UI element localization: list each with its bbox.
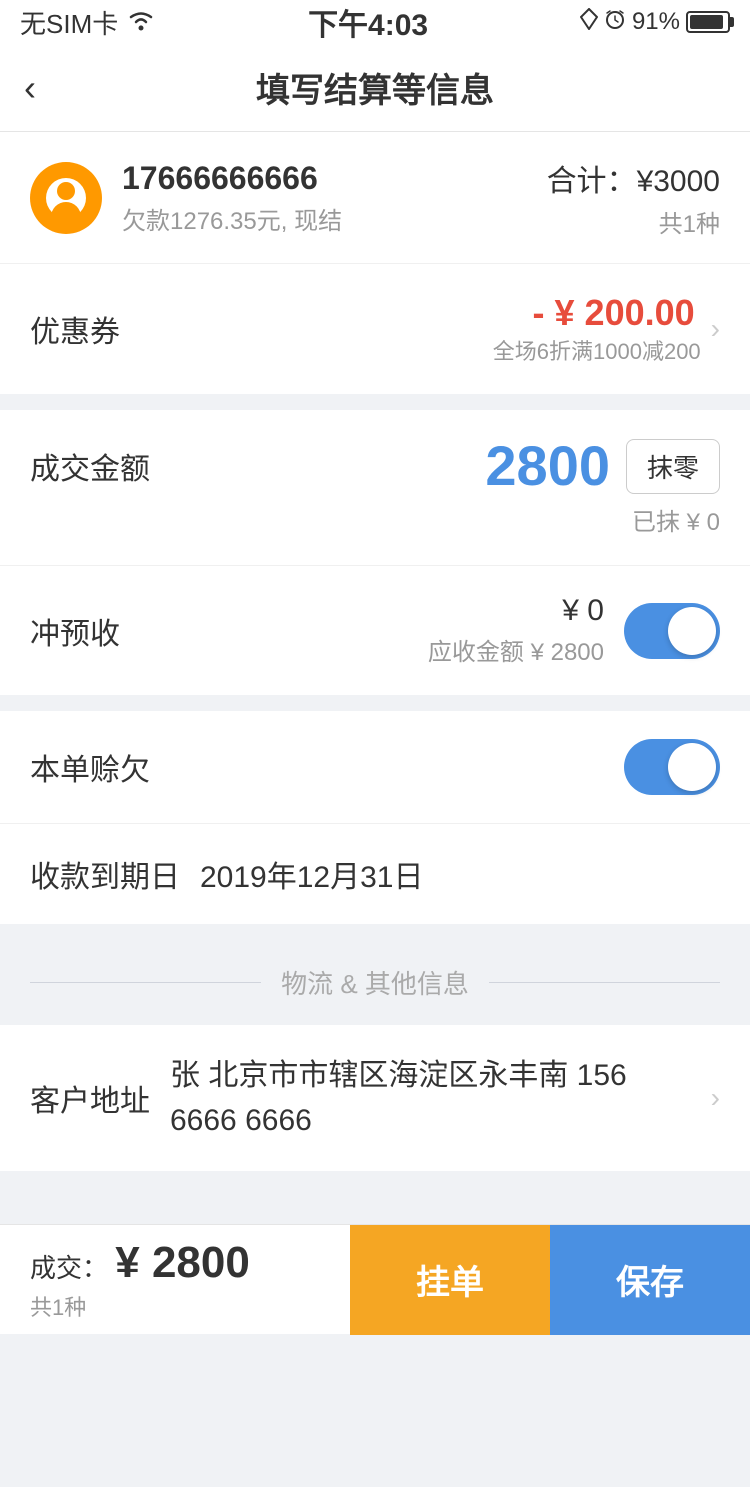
deal-label: 成交金额 xyxy=(30,444,150,488)
status-bar: 无SIM卡 下午4:03 91% xyxy=(0,0,750,44)
avatar-icon xyxy=(46,178,86,218)
user-info-card: 17666666666 欠款1276.35元, 现结 合计：¥3000 共1种 … xyxy=(0,132,750,394)
receivable-amount: ¥ 2800 xyxy=(531,639,604,666)
coupon-desc: 全场6折满1000减200 xyxy=(493,334,701,366)
total-label: 合计： xyxy=(547,165,637,198)
duedate-value: 2019年12月31日 xyxy=(200,852,423,896)
prepay-row: 冲预收 ¥ 0 应收金额 ¥ 2800 xyxy=(30,594,720,667)
writeoff-section: 本单赊欠 xyxy=(0,711,750,823)
coupon-row[interactable]: 优惠券 - ¥ 200.00 全场6折满1000减200 › xyxy=(0,264,750,394)
address-label: 客户地址 xyxy=(30,1076,150,1120)
bottom-deal-amount: ¥ 2800 xyxy=(115,1238,250,1287)
coupon-info: - ¥ 200.00 全场6折满1000减200 xyxy=(493,292,701,366)
save-button[interactable]: 保存 xyxy=(550,1225,750,1335)
deal-amount: 2800 xyxy=(485,438,610,494)
bottom-info: 成交： ¥ 2800 共1种 xyxy=(0,1238,350,1322)
bottom-deal-text: 成交： xyxy=(30,1253,108,1283)
total-count: 共1种 xyxy=(547,204,720,239)
avatar xyxy=(30,162,102,234)
prepay-label: 冲预收 xyxy=(30,609,120,653)
deal-card: 成交金额 2800 抹零 已抹 ¥ 0 冲预收 ¥ 0 应收金额 ¥ 2800 xyxy=(0,410,750,695)
divider-line-left xyxy=(30,982,261,983)
bottom-deal-label: 成交： ¥ 2800 xyxy=(30,1238,320,1288)
user-debt: 欠款1276.35元, 现结 xyxy=(122,201,547,236)
writeoff-label: 本单赊欠 xyxy=(30,745,150,789)
round-button[interactable]: 抹零 xyxy=(626,439,720,494)
nav-bar: ‹ 填写结算等信息 xyxy=(0,44,750,132)
back-button[interactable]: ‹ xyxy=(24,67,36,109)
writeoff-row: 本单赊欠 xyxy=(30,739,720,795)
total-value: ¥3000 xyxy=(637,165,720,198)
writeoff-toggle[interactable] xyxy=(624,739,720,795)
address-card: 客户地址 张 北京市市辖区海淀区永丰南 156 6666 6666 › xyxy=(0,1025,750,1171)
prepay-section: 冲预收 ¥ 0 应收金额 ¥ 2800 xyxy=(0,565,750,695)
hold-button[interactable]: 挂单 xyxy=(350,1225,550,1335)
toggle-knob xyxy=(668,607,716,655)
coupon-amount: - ¥ 200.00 xyxy=(533,292,695,334)
duedate-row: 收款到期日 2019年12月31日 xyxy=(30,852,720,896)
prepay-right: ¥ 0 应收金额 ¥ 2800 xyxy=(428,594,720,667)
user-phone: 17666666666 xyxy=(122,160,547,197)
divider-line-right xyxy=(489,982,720,983)
bottom-bar: 成交： ¥ 2800 共1种 挂单 保存 xyxy=(0,1224,750,1334)
status-time: 下午4:03 xyxy=(308,0,428,44)
battery-percent: 91% xyxy=(632,8,680,36)
prepay-receivable: 应收金额 ¥ 2800 xyxy=(428,632,604,667)
status-right: 91% xyxy=(580,8,730,37)
duedate-section: 收款到期日 2019年12月31日 xyxy=(0,823,750,924)
bottom-count: 共1种 xyxy=(30,1290,320,1322)
address-arrow-icon: › xyxy=(711,1082,720,1114)
deal-row: 成交金额 2800 抹零 xyxy=(30,438,720,494)
user-total: 合计：¥3000 共1种 xyxy=(547,156,720,239)
carrier-text: 无SIM卡 xyxy=(20,4,118,41)
status-left: 无SIM卡 xyxy=(20,4,156,41)
alarm-icon xyxy=(604,8,626,37)
logistics-divider: 物流 & 其他信息 xyxy=(0,940,750,1025)
coupon-label: 优惠券 xyxy=(30,307,493,351)
deal-right: 2800 抹零 xyxy=(485,438,720,494)
address-row[interactable]: 客户地址 张 北京市市辖区海淀区永丰南 156 6666 6666 › xyxy=(30,1053,720,1143)
address-value: 张 北京市市辖区海淀区永丰南 156 6666 6666 xyxy=(170,1053,701,1143)
prepay-amount-block: ¥ 0 应收金额 ¥ 2800 xyxy=(428,594,604,667)
prepay-amount: ¥ 0 xyxy=(428,594,604,628)
writeoff-card: 本单赊欠 收款到期日 2019年12月31日 xyxy=(0,711,750,924)
logistics-label: 物流 & 其他信息 xyxy=(261,964,489,1001)
duedate-label: 收款到期日 xyxy=(30,852,180,896)
page-title: 填写结算等信息 xyxy=(256,63,494,112)
total-amount: 合计：¥3000 xyxy=(547,156,720,200)
receivable-label: 应收金额 xyxy=(428,639,524,666)
user-row: 17666666666 欠款1276.35元, 现结 合计：¥3000 共1种 xyxy=(0,132,750,264)
deal-sub: 已抹 ¥ 0 xyxy=(30,502,720,537)
writeoff-toggle-knob xyxy=(668,743,716,791)
wifi-icon xyxy=(126,7,156,38)
prepay-toggle[interactable] xyxy=(624,603,720,659)
location-icon xyxy=(580,8,598,37)
user-info: 17666666666 欠款1276.35元, 现结 xyxy=(122,160,547,236)
address-section: 客户地址 张 北京市市辖区海淀区永丰南 156 6666 6666 › xyxy=(0,1025,750,1171)
battery-icon xyxy=(686,11,730,33)
coupon-arrow-icon: › xyxy=(711,313,720,345)
deal-section: 成交金额 2800 抹零 已抹 ¥ 0 xyxy=(0,410,750,565)
